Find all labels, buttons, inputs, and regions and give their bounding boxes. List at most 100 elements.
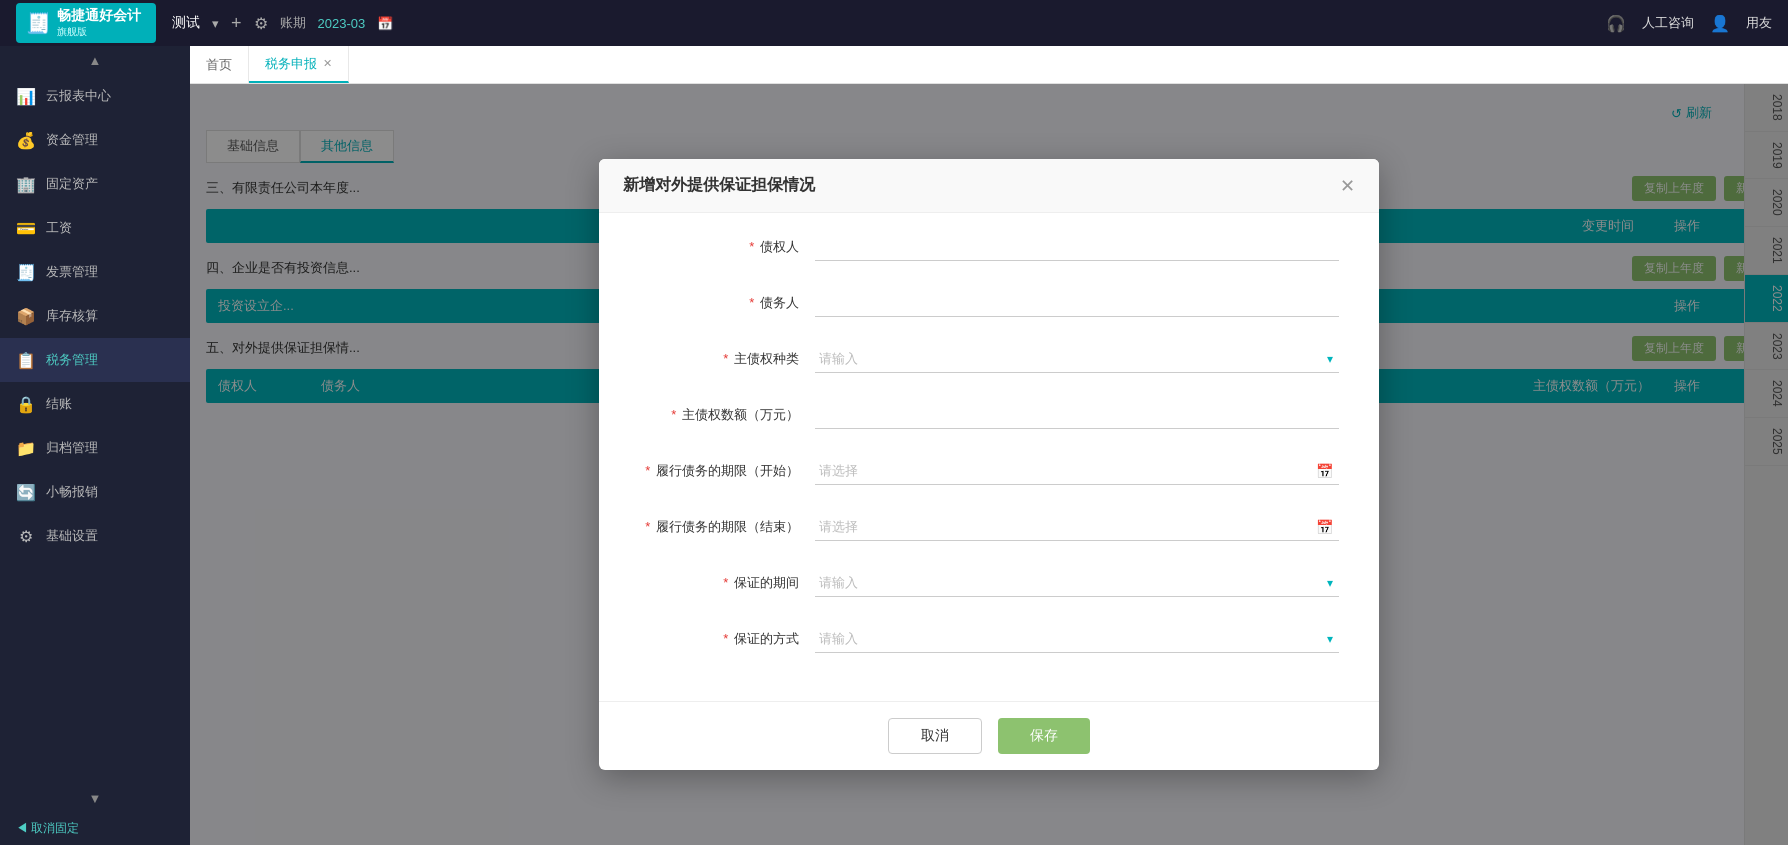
- sidebar-item-tax-mgmt[interactable]: 📋 税务管理: [0, 338, 190, 382]
- tab-tax-report[interactable]: 税务申报 ✕: [249, 46, 349, 83]
- sidebar-item-label-xiao-chang: 小畅报销: [46, 483, 98, 501]
- sidebar-item-label-invoice-mgmt: 发票管理: [46, 263, 98, 281]
- period-start-required-mark: *: [645, 463, 650, 478]
- guarantee-method-select[interactable]: 请输入: [815, 625, 1339, 652]
- period-end-date-wrap: 📅: [815, 513, 1339, 541]
- debtor-label: * 债务人: [639, 294, 799, 312]
- sidebar-item-fixed-assets[interactable]: 🏢 固定资产: [0, 162, 190, 206]
- inventory-icon: 📦: [16, 306, 36, 326]
- tab-home[interactable]: 首页: [190, 46, 249, 83]
- period-calendar-icon[interactable]: 📅: [377, 16, 393, 31]
- period-start-label: * 履行债务的期限（开始）: [639, 462, 799, 480]
- sidebar-item-label-inventory: 库存核算: [46, 307, 98, 325]
- sidebar-item-archive-mgmt[interactable]: 📁 归档管理: [0, 426, 190, 470]
- guarantee-method-required-mark: *: [723, 631, 728, 646]
- period-value: 2023-03: [318, 16, 366, 31]
- claim-amount-required-mark: *: [671, 407, 676, 422]
- main-content: 首页 税务申报 ✕ ↺ 刷新 基础: [190, 46, 1788, 845]
- xiao-chang-icon: 🔄: [16, 482, 36, 502]
- topbar-actions: 🎧 人工咨询 👤 用友: [1606, 14, 1772, 33]
- sidebar-item-label-closing: 结账: [46, 395, 72, 413]
- sidebar-unpin-btn[interactable]: ◀ 取消固定: [0, 812, 190, 845]
- sidebar-item-label-tax-mgmt: 税务管理: [46, 351, 98, 369]
- fixed-assets-icon: 🏢: [16, 174, 36, 194]
- sidebar-item-closing[interactable]: 🔒 结账: [0, 382, 190, 426]
- creditor-label-text: 债权人: [760, 239, 799, 254]
- claim-amount-label-text: 主债权数额（万元）: [682, 407, 799, 422]
- sidebar-scroll-up[interactable]: ▲: [0, 46, 190, 74]
- sidebar-item-inventory[interactable]: 📦 库存核算: [0, 294, 190, 338]
- add-icon[interactable]: +: [231, 13, 242, 34]
- sidebar-item-xiao-chang[interactable]: 🔄 小畅报销: [0, 470, 190, 514]
- company-chevron-icon[interactable]: ▾: [212, 16, 219, 31]
- company-name: 测试: [172, 14, 200, 32]
- guarantee-method-label: * 保证的方式: [639, 630, 799, 648]
- sidebar-item-fund-mgmt[interactable]: 💰 资金管理: [0, 118, 190, 162]
- debtor-input[interactable]: [815, 289, 1339, 317]
- period-start-date-wrap: 📅: [815, 457, 1339, 485]
- period-end-label-text: 履行债务的期限（结束）: [656, 519, 799, 534]
- human-service-label[interactable]: 人工咨询: [1642, 14, 1694, 32]
- logo-text: 畅捷通好会计: [57, 7, 141, 25]
- guarantee-period-select-wrap: 请输入 ▾: [815, 569, 1339, 597]
- page-inner: ↺ 刷新 基础信息 其他信息 三、有限责任公司本年度...: [190, 84, 1788, 845]
- claim-type-label: * 主债权种类: [639, 350, 799, 368]
- dialog-body: * 债权人 * 债务人: [599, 213, 1379, 701]
- creditor-label: * 债权人: [639, 238, 799, 256]
- claim-type-required-mark: *: [723, 351, 728, 366]
- closing-icon: 🔒: [16, 394, 36, 414]
- debtor-required-mark: *: [749, 295, 754, 310]
- sidebar-scroll-down[interactable]: ▼: [0, 784, 190, 812]
- form-row-creditor: * 债权人: [639, 233, 1339, 261]
- creditor-required-mark: *: [749, 239, 754, 254]
- form-row-period-start: * 履行债务的期限（开始） 📅: [639, 457, 1339, 485]
- dialog-close-button[interactable]: ✕: [1340, 177, 1355, 195]
- sidebar-item-invoice-mgmt[interactable]: 🧾 发票管理: [0, 250, 190, 294]
- form-row-guarantee-period: * 保证的期间 请输入 ▾: [639, 569, 1339, 597]
- guarantee-period-required-mark: *: [723, 575, 728, 590]
- sidebar-item-payroll[interactable]: 💳 工资: [0, 206, 190, 250]
- period-start-input[interactable]: [815, 457, 1339, 484]
- settings-icon[interactable]: ⚙: [254, 14, 268, 33]
- logo-sub: 旗舰版: [57, 25, 141, 39]
- claim-type-label-text: 主债权种类: [734, 351, 799, 366]
- tab-close-icon[interactable]: ✕: [323, 57, 332, 70]
- creditor-input[interactable]: [815, 233, 1339, 261]
- basic-settings-icon: ⚙: [16, 526, 36, 546]
- sidebar-item-label-cloud-report: 云报表中心: [46, 87, 111, 105]
- payroll-icon: 💳: [16, 218, 36, 238]
- claim-type-select-wrap: 请输入 ▾: [815, 345, 1339, 373]
- cancel-button[interactable]: 取消: [888, 718, 982, 754]
- guarantee-period-label-text: 保证的期间: [734, 575, 799, 590]
- guarantee-method-label-text: 保证的方式: [734, 631, 799, 646]
- sidebar-item-label-basic-settings: 基础设置: [46, 527, 98, 545]
- overlay-backdrop: 新增对外提供保证担保情况 ✕ * 债权人: [190, 84, 1788, 845]
- claim-type-select[interactable]: 请输入: [815, 345, 1339, 372]
- guarantee-method-select-wrap: 请输入 ▾: [815, 625, 1339, 653]
- form-row-claim-type: * 主债权种类 请输入 ▾: [639, 345, 1339, 373]
- claim-amount-input[interactable]: [815, 401, 1339, 429]
- tab-home-label: 首页: [206, 56, 232, 74]
- guarantee-period-label: * 保证的期间: [639, 574, 799, 592]
- debtor-input-wrap: [815, 289, 1339, 317]
- dialog: 新增对外提供保证担保情况 ✕ * 债权人: [599, 159, 1379, 770]
- archive-mgmt-icon: 📁: [16, 438, 36, 458]
- form-row-guarantee-method: * 保证的方式 请输入 ▾: [639, 625, 1339, 653]
- guarantee-period-select[interactable]: 请输入: [815, 569, 1339, 596]
- topbar-center: 测试 ▾ + ⚙ 账期 2023-03 📅: [172, 13, 1590, 34]
- sidebar-item-cloud-report[interactable]: 📊 云报表中心: [0, 74, 190, 118]
- tabbar: 首页 税务申报 ✕: [190, 46, 1788, 84]
- sidebar-item-label-fixed-assets: 固定资产: [46, 175, 98, 193]
- fund-mgmt-icon: 💰: [16, 130, 36, 150]
- user-label[interactable]: 用友: [1746, 14, 1772, 32]
- form-row-claim-amount: * 主债权数额（万元）: [639, 401, 1339, 429]
- claim-amount-label: * 主债权数额（万元）: [639, 406, 799, 424]
- sidebar-item-label-fund-mgmt: 资金管理: [46, 131, 98, 149]
- main-layout: ▲ 📊 云报表中心 💰 资金管理 🏢 固定资产 💳 工资 🧾 发票管理: [0, 46, 1788, 845]
- form-row-period-end: * 履行债务的期限（结束） 📅: [639, 513, 1339, 541]
- period-end-input[interactable]: [815, 513, 1339, 540]
- period-label: 账期: [280, 14, 306, 32]
- save-button[interactable]: 保存: [998, 718, 1090, 754]
- sidebar-item-basic-settings[interactable]: ⚙ 基础设置: [0, 514, 190, 558]
- period-start-label-text: 履行债务的期限（开始）: [656, 463, 799, 478]
